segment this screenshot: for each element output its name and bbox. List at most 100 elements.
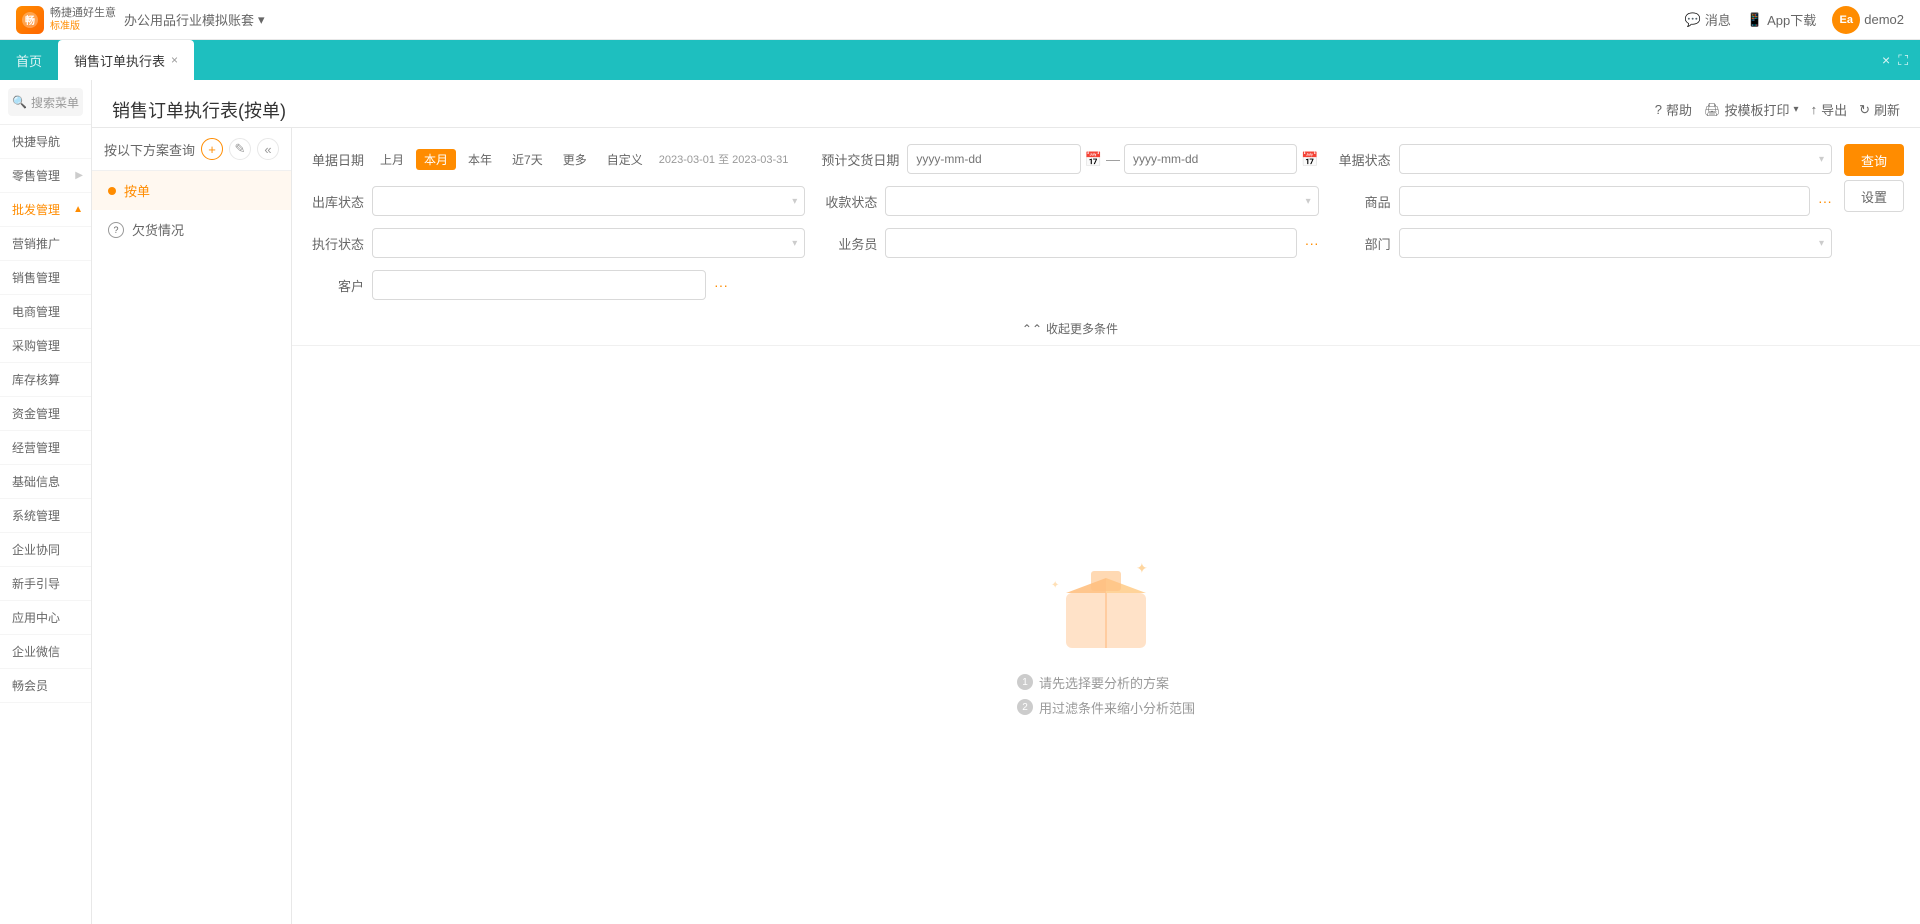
calendar-start-icon[interactable]: 📅 xyxy=(1085,151,1102,168)
date-tabs: 上月 本月 本年 近7天 更多 自定义 xyxy=(372,149,651,170)
sidebar-item-quick-nav[interactable]: 快捷导航 xyxy=(0,125,91,159)
sidebar-item-system[interactable]: 系统管理 xyxy=(0,499,91,533)
help-btn[interactable]: ? 帮助 xyxy=(1655,100,1692,119)
export-icon: ↑ xyxy=(1811,102,1818,117)
query-actions: 查询 设置 xyxy=(1844,144,1904,212)
filter-item-owe-goods[interactable]: ? 欠货情况 xyxy=(92,210,291,249)
delivery-status-wrapper: ▾ xyxy=(372,186,805,216)
tab-close-icon[interactable]: × xyxy=(171,53,178,67)
sidebar-item-app-center[interactable]: 应用中心 xyxy=(0,601,91,635)
message-btn[interactable]: 💬 消息 xyxy=(1685,10,1731,29)
filter-row-2: 出库状态 ▾ 收款状态 xyxy=(308,186,1832,216)
date-label: 单据日期 xyxy=(308,150,364,169)
empty-illustration: ✦ ✦ xyxy=(1046,553,1166,653)
delivery-status-select[interactable] xyxy=(372,186,805,216)
print-icon: 🖨 xyxy=(1704,102,1721,118)
date-tab-more[interactable]: 更多 xyxy=(555,149,595,170)
order-status-select-wrapper: ▾ xyxy=(1399,144,1832,174)
delivery-end-input[interactable] xyxy=(1124,144,1297,174)
payment-status-select[interactable] xyxy=(885,186,1318,216)
close-tab-btn[interactable]: × xyxy=(1882,52,1890,68)
customer-more-btn[interactable]: ··· xyxy=(714,277,728,293)
department-label: 部门 xyxy=(1335,234,1391,253)
page-title: 销售订单执行表(按单) xyxy=(112,97,286,123)
date-tab-last-month[interactable]: 上月 xyxy=(372,149,412,170)
app-download-btn[interactable]: 📱 App下载 xyxy=(1747,10,1816,29)
avatar: Ea xyxy=(1832,6,1860,34)
date-tab-this-year[interactable]: 本年 xyxy=(460,149,500,170)
help-icon: ? xyxy=(1655,102,1662,117)
tab-home[interactable]: 首页 xyxy=(0,40,58,80)
department-select[interactable] xyxy=(1399,228,1832,258)
download-icon: 📱 xyxy=(1747,12,1763,28)
refresh-btn[interactable]: ↻ 刷新 xyxy=(1859,100,1900,119)
svg-text:✦: ✦ xyxy=(1136,560,1148,576)
filter-layout: 按以下方案查询 + ✎ « 按单 xyxy=(92,128,1920,924)
filter-form: 单据日期 上月 本月 本年 近7天 更多 自定义 2023-03-01 至 20… xyxy=(308,144,1832,345)
date-hint: 2023-03-01 至 2023-03-31 xyxy=(659,151,789,167)
order-status-label: 单据状态 xyxy=(1335,150,1391,169)
hint-num-1: 1 xyxy=(1017,674,1033,690)
edit-scheme-btn[interactable]: ✎ xyxy=(229,138,251,160)
sidebar-item-enterprise-collab[interactable]: 企业协同 xyxy=(0,533,91,567)
salesperson-more-btn[interactable]: ··· xyxy=(1305,235,1319,251)
sidebar-item-wholesale-mgmt[interactable]: 批发管理 ▲ xyxy=(0,193,91,227)
goods-input[interactable] xyxy=(1399,186,1810,216)
customer-input[interactable] xyxy=(372,270,706,300)
sidebar-item-inventory[interactable]: 库存核算 xyxy=(0,363,91,397)
sidebar-item-ecommerce[interactable]: 电商管理 xyxy=(0,295,91,329)
template-print-btn[interactable]: 🖨 按模板打印 ▾ xyxy=(1704,100,1799,119)
goods-more-btn[interactable]: ··· xyxy=(1818,193,1832,209)
collapse-panel-btn[interactable]: « xyxy=(257,138,279,160)
filter-payment-status: 收款状态 ▾ xyxy=(821,186,1318,216)
query-btn[interactable]: 查询 xyxy=(1844,144,1904,176)
order-status-select[interactable] xyxy=(1399,144,1832,174)
sidebar-item-finance[interactable]: 资金管理 xyxy=(0,397,91,431)
filter-execution-status: 执行状态 ▾ xyxy=(308,228,805,258)
page-header: 销售订单执行表(按单) ? 帮助 🖨 按模板打印 ▾ ↑ 导出 ↻ 刷新 xyxy=(92,80,1920,128)
sales-order-tab-label: 销售订单执行表 xyxy=(74,51,165,70)
collapse-icon: « xyxy=(264,142,271,157)
settings-btn[interactable]: 设置 xyxy=(1844,180,1904,212)
page-header-actions: ? 帮助 🖨 按模板打印 ▾ ↑ 导出 ↻ 刷新 xyxy=(1655,100,1900,119)
breadcrumb-chevron-icon: ▾ xyxy=(258,12,265,28)
delivery-status-label: 出库状态 xyxy=(308,192,364,211)
filter-order-status: 单据状态 ▾ xyxy=(1335,144,1832,174)
export-btn[interactable]: ↑ 导出 xyxy=(1811,100,1848,119)
sidebar-item-sales-mgmt[interactable]: 销售管理 xyxy=(0,261,91,295)
tab-bar-actions: × ⛶ xyxy=(1882,52,1920,69)
top-bar: 畅 畅捷通好生意 标准版 办公用品行业模拟账套 ▾ 💬 消息 📱 App下载 E… xyxy=(0,0,1920,40)
sidebar-item-new-guide[interactable]: 新手引导 xyxy=(0,567,91,601)
tab-sales-order-exec[interactable]: 销售订单执行表 × xyxy=(58,40,194,80)
sidebar-item-member[interactable]: 畅会员 xyxy=(0,669,91,703)
sidebar-item-retail-mgmt[interactable]: 零售管理 ▶ xyxy=(0,159,91,193)
search-icon: 🔍 xyxy=(12,95,27,109)
date-tab-7days[interactable]: 近7天 xyxy=(504,149,551,170)
sidebar-item-operations[interactable]: 经营管理 xyxy=(0,431,91,465)
empty-hints: 1 请先选择要分析的方案 2 用过滤条件来缩小分析范围 xyxy=(1017,673,1195,717)
goods-label: 商品 xyxy=(1335,192,1391,211)
date-tab-this-month[interactable]: 本月 xyxy=(416,149,456,170)
left-filter-header-actions: + ✎ « xyxy=(201,138,279,160)
collapse-chevron-icon: ⌃⌃ xyxy=(1022,322,1042,336)
customer-label: 客户 xyxy=(308,276,364,295)
empty-state: ✦ ✦ 1 请先选择要分析的方案 2 用过滤条件来缩 xyxy=(292,346,1920,924)
sidebar-item-basic-info[interactable]: 基础信息 xyxy=(0,465,91,499)
collapse-more-btn[interactable]: ⌃⌃ 收起更多条件 xyxy=(308,312,1832,345)
add-scheme-btn[interactable]: + xyxy=(201,138,223,160)
sidebar-item-purchase[interactable]: 采购管理 xyxy=(0,329,91,363)
user-avatar-area[interactable]: Ea demo2 xyxy=(1832,6,1904,34)
maximize-tab-btn[interactable]: ⛶ xyxy=(1898,52,1908,69)
breadcrumb[interactable]: 办公用品行业模拟账套 ▾ xyxy=(124,10,265,29)
sidebar: 🔍 搜索菜单 快捷导航 零售管理 ▶ 批发管理 ▲ 营销推广 销售管理 xyxy=(0,80,92,924)
sidebar-item-marketing[interactable]: 营销推广 xyxy=(0,227,91,261)
execution-status-label: 执行状态 xyxy=(308,234,364,253)
filter-item-by-order[interactable]: 按单 xyxy=(92,171,291,210)
delivery-start-input[interactable] xyxy=(907,144,1080,174)
salesperson-input[interactable] xyxy=(885,228,1296,258)
search-menu-btn[interactable]: 🔍 搜索菜单 xyxy=(8,88,83,116)
sidebar-item-enterprise-wechat[interactable]: 企业微信 xyxy=(0,635,91,669)
execution-status-select[interactable] xyxy=(372,228,805,258)
calendar-end-icon[interactable]: 📅 xyxy=(1301,151,1318,168)
date-tab-custom[interactable]: 自定义 xyxy=(599,149,651,170)
